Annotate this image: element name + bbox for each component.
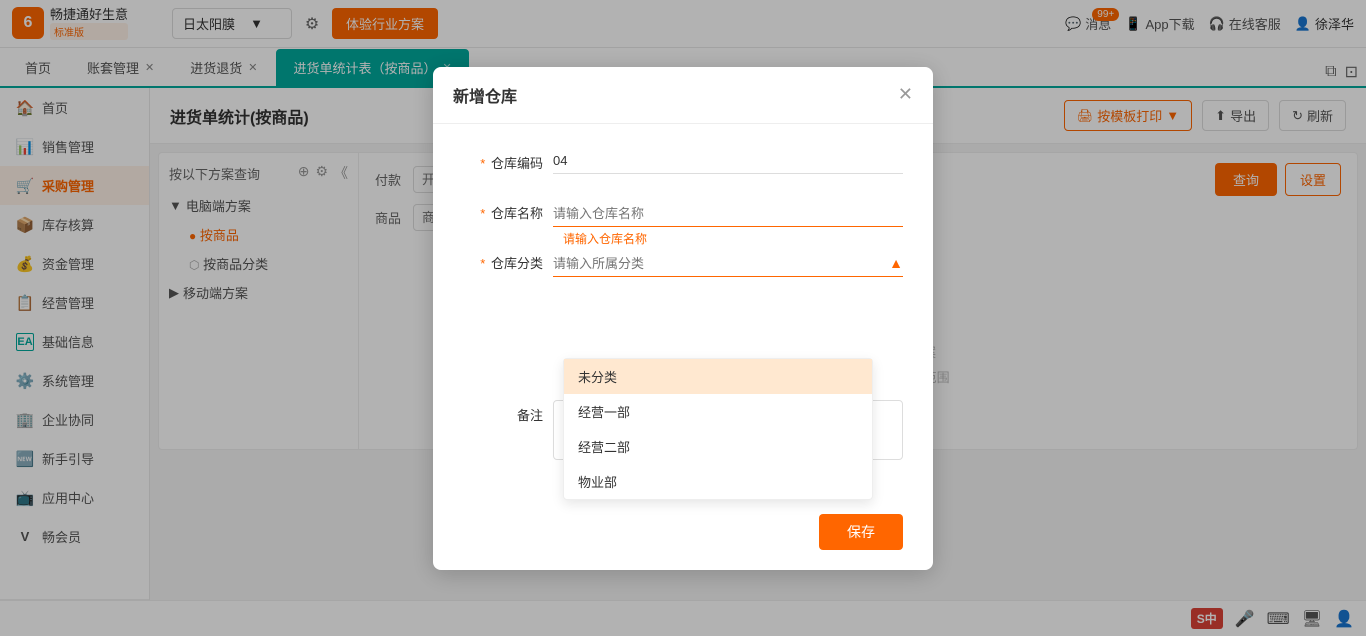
name-label: * 仓库名称 — [463, 198, 553, 230]
dropdown-item-dept2[interactable]: 经营二部 — [564, 429, 872, 464]
note-label: 备注 — [463, 400, 553, 432]
add-warehouse-modal: 新增仓库 ✕ * 仓库编码 * 仓库名称 — [433, 67, 933, 570]
category-select[interactable]: ▲ — [553, 250, 903, 277]
form-row-name: * 仓库名称 请输入仓库名称 — [463, 198, 903, 230]
modal-header: 新增仓库 ✕ — [433, 67, 933, 124]
category-arrow-icon: ▲ — [889, 255, 903, 271]
code-input[interactable] — [553, 148, 903, 174]
save-button[interactable]: 保存 — [819, 514, 903, 550]
modal-overlay: 新增仓库 ✕ * 仓库编码 * 仓库名称 — [0, 0, 1366, 636]
modal-footer: 保存 — [433, 502, 933, 570]
category-dropdown: 未分类 经营一部 经营二部 物业部 — [563, 358, 873, 500]
dropdown-item-dept1[interactable]: 经营一部 — [564, 394, 872, 429]
form-row-category: * 仓库分类 ▲ 未分类 经营一部 经营二部 物业部 — [463, 248, 903, 280]
category-input[interactable] — [553, 256, 889, 271]
form-row-code: * 仓库编码 — [463, 148, 903, 180]
name-input[interactable] — [553, 201, 903, 227]
code-label: * 仓库编码 — [463, 148, 553, 180]
modal-body: * 仓库编码 * 仓库名称 请输入仓库名称 — [433, 124, 933, 502]
name-error-msg: 请输入仓库名称 — [563, 230, 647, 247]
modal-title: 新增仓库 — [453, 83, 517, 107]
dropdown-item-property[interactable]: 物业部 — [564, 464, 872, 499]
modal-close-button[interactable]: ✕ — [898, 84, 913, 105]
dropdown-item-unclassified[interactable]: 未分类 — [564, 359, 872, 394]
category-label: * 仓库分类 — [463, 248, 553, 280]
